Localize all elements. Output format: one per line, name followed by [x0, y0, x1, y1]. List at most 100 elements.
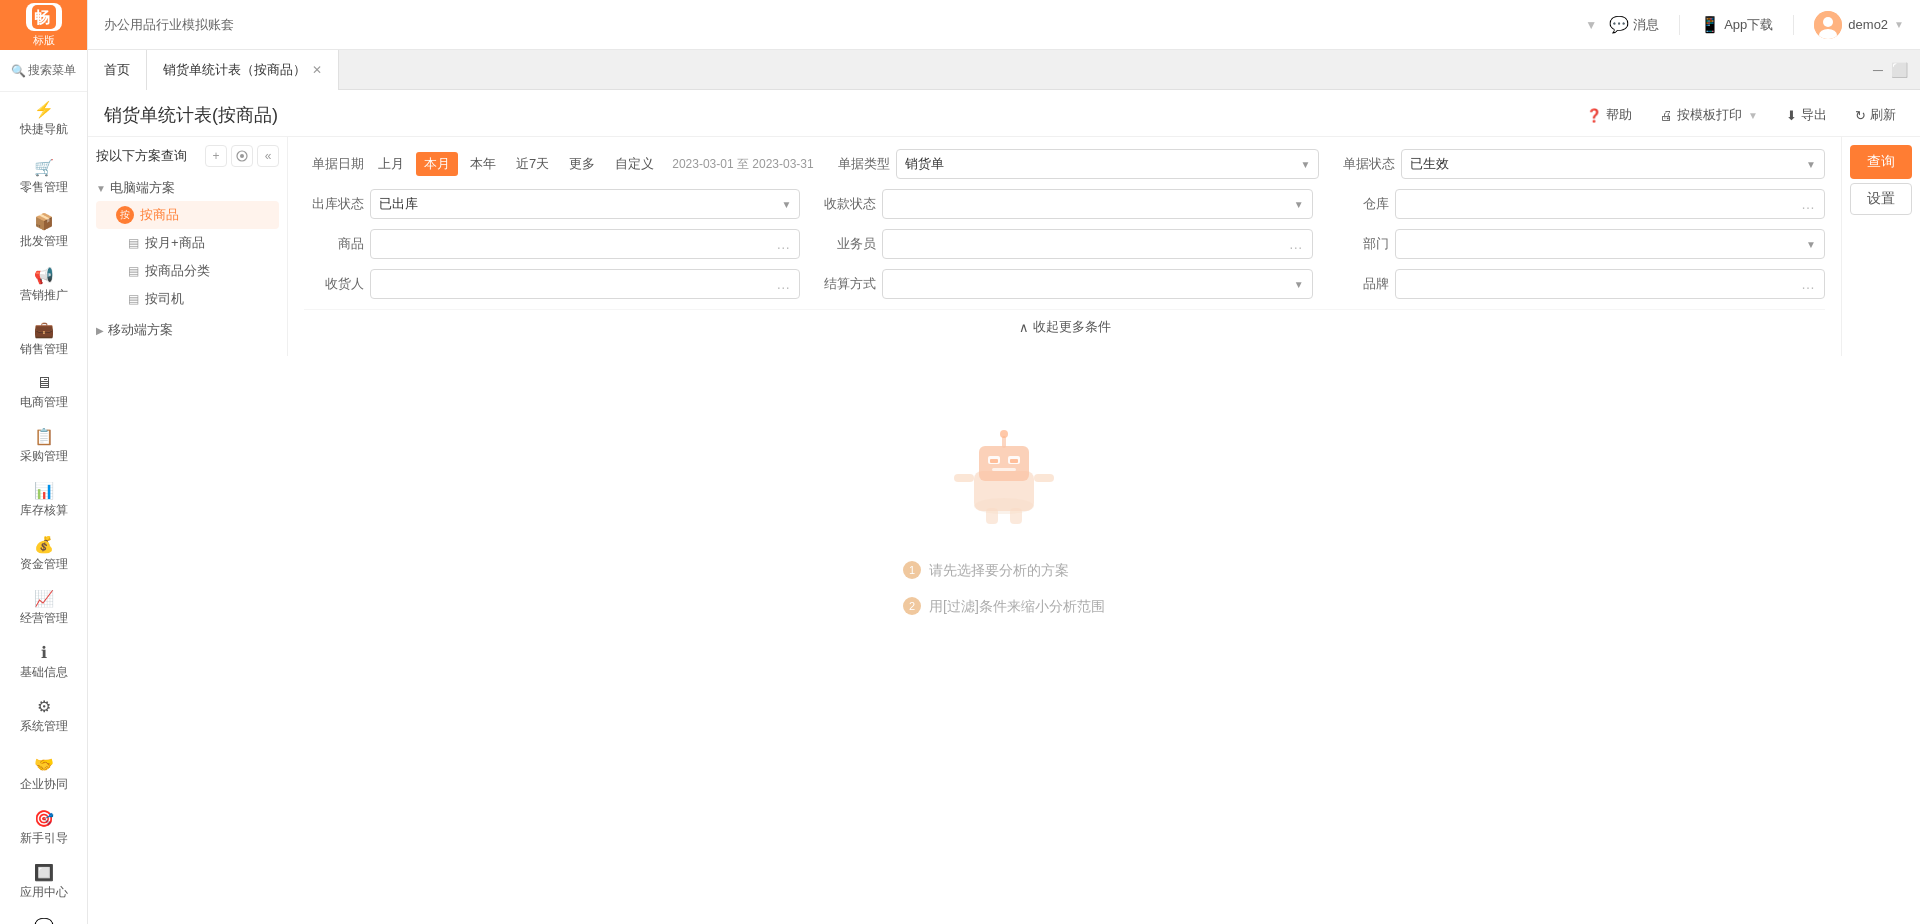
salesperson-dots-icon[interactable]: …	[1289, 236, 1304, 252]
date-btn-this-month[interactable]: 本月	[416, 152, 458, 176]
dept-chevron-icon: ▼	[1806, 239, 1816, 250]
scheme-add-button[interactable]: +	[205, 145, 227, 167]
settings-button[interactable]: 设置	[1850, 183, 1912, 215]
message-label: 消息	[1633, 16, 1659, 34]
date-btn-this-year[interactable]: 本年	[462, 152, 504, 176]
sidebar-item-purchase-label: 采购管理	[20, 448, 68, 465]
salesperson-filter-group: 业务员 …	[816, 229, 1312, 259]
sidebar-item-retail[interactable]: 🛒 零售管理	[0, 150, 87, 204]
app-subtitle: 标版	[33, 33, 55, 48]
export-button[interactable]: ⬇ 导出	[1778, 102, 1835, 128]
receiver-dots-icon[interactable]: …	[776, 276, 791, 292]
date-btn-more[interactable]: 更多	[561, 152, 603, 176]
query-button[interactable]: 查询	[1850, 145, 1912, 179]
minimize-icon[interactable]: ─	[1873, 62, 1883, 78]
settlement-select[interactable]: ▼	[882, 269, 1312, 299]
maximize-icon[interactable]: ⬜	[1891, 62, 1908, 78]
sidebar-item-retail-label: 零售管理	[20, 179, 68, 196]
scheme-item-by-driver-icon: ▤	[128, 292, 139, 306]
sidebar-item-operation[interactable]: 📈 经营管理	[0, 581, 87, 635]
tab-home[interactable]: 首页	[88, 50, 147, 90]
brand-label: 品牌	[1329, 275, 1389, 293]
goods-select[interactable]: …	[370, 229, 800, 259]
sidebar-item-basic[interactable]: ℹ 基础信息	[0, 635, 87, 689]
salesperson-select[interactable]: …	[882, 229, 1312, 259]
scheme-item-by-driver[interactable]: ▤ 按司机	[96, 285, 279, 313]
quick-nav-icon: ⚡	[34, 100, 54, 119]
search-menu-button[interactable]: 🔍 搜索菜单	[4, 58, 83, 83]
sidebar-item-purchase[interactable]: 📋 采购管理	[0, 419, 87, 473]
sidebar-item-newbie[interactable]: 🎯 新手引导	[0, 801, 87, 855]
main-area: 办公用品行业模拟账套 ▼ 💬 消息 📱 App下载 demo2 ▼	[88, 0, 1920, 924]
date-btn-last-month[interactable]: 上月	[370, 152, 412, 176]
scheme-edit-button[interactable]	[231, 145, 253, 167]
print-dropdown-icon: ▼	[1748, 110, 1758, 121]
warehouse-dots-icon[interactable]: …	[1801, 196, 1816, 212]
corp-wechat-icon: 💬	[34, 917, 54, 924]
out-status-select[interactable]: 已出库 ▼	[370, 189, 800, 219]
logo-area: 畅 标版	[0, 0, 87, 50]
message-button[interactable]: 💬 消息	[1609, 15, 1659, 34]
doc-status-chevron-icon: ▼	[1806, 159, 1816, 170]
sidebar-item-finance-label: 资金管理	[20, 556, 68, 573]
scheme-panel: 按以下方案查询 + « ▼ 电脑端方案	[88, 137, 288, 356]
refresh-button[interactable]: ↻ 刷新	[1847, 102, 1904, 128]
search-menu-label: 搜索菜单	[28, 62, 76, 79]
sidebar-item-quick-nav[interactable]: ⚡ 快捷导航	[0, 92, 87, 146]
tabbar: 首页 销货单统计表（按商品） ✕ ─ ⬜	[88, 50, 1920, 90]
svg-rect-20	[1010, 508, 1022, 524]
help-button[interactable]: ❓ 帮助	[1578, 102, 1640, 128]
logo-icon: 畅	[26, 3, 62, 31]
retail-icon: 🛒	[34, 158, 54, 177]
sidebar-item-corp-wechat[interactable]: 💬 企业微信	[0, 909, 87, 924]
sidebar-item-app-center[interactable]: 🔲 应用中心	[0, 855, 87, 909]
tabbar-expand-button[interactable]: ─ ⬜	[1861, 62, 1920, 78]
scheme-item-by-goods-category[interactable]: ▤ 按商品分类	[96, 257, 279, 285]
scheme-item-by-goods[interactable]: 按 按商品	[96, 201, 279, 229]
brand-dots-icon[interactable]: …	[1801, 276, 1816, 292]
receiver-select[interactable]: …	[370, 269, 800, 299]
date-btn-custom[interactable]: 自定义	[607, 152, 662, 176]
doc-type-select[interactable]: 销货单 ▼	[896, 149, 1320, 179]
right-filter-area: 单据日期 上月 本月 本年 近7天 更多 自定义 2023-03-01 至 20…	[288, 137, 1841, 356]
sidebar-item-enterprise[interactable]: 🤝 企业协同	[0, 747, 87, 801]
tab-close-button[interactable]: ✕	[312, 63, 322, 77]
scheme-category-mobile[interactable]: ▶ 移动端方案	[96, 317, 279, 343]
refresh-icon: ↻	[1855, 108, 1866, 123]
doc-status-label: 单据状态	[1335, 155, 1395, 173]
print-button[interactable]: 🖨 按模板打印 ▼	[1652, 102, 1766, 128]
date-btn-7-days[interactable]: 近7天	[508, 152, 557, 176]
warehouse-select[interactable]: …	[1395, 189, 1825, 219]
app-download-button[interactable]: 📱 App下载	[1700, 15, 1773, 34]
scheme-category-pc[interactable]: ▼ 电脑端方案	[96, 175, 279, 201]
scheme-collapse-button[interactable]: «	[257, 145, 279, 167]
scheme-item-by-goods-category-label: 按商品分类	[145, 262, 210, 280]
dept-select[interactable]: ▼	[1395, 229, 1825, 259]
empty-step-2: 2 用[过滤]条件来缩小分析范围	[903, 592, 1105, 620]
sidebar-item-basic-label: 基础信息	[20, 664, 68, 681]
scheme-tree: ▼ 电脑端方案 按 按商品 ▤ 按月+商品 ▤	[96, 175, 279, 343]
sidebar-item-quick-nav-label: 快捷导航	[20, 121, 68, 138]
industry-title: 办公用品行业模拟账套	[104, 16, 1573, 34]
sidebar-item-finance[interactable]: 💰 资金管理	[0, 527, 87, 581]
collapse-chevron-icon: ∧	[1019, 320, 1029, 335]
scheme-item-by-month-goods[interactable]: ▤ 按月+商品	[96, 229, 279, 257]
doc-status-select[interactable]: 已生效 ▼	[1401, 149, 1825, 179]
user-area[interactable]: demo2 ▼	[1814, 11, 1904, 39]
sidebar-search-section: 🔍 搜索菜单	[0, 50, 87, 92]
sidebar-item-system[interactable]: ⚙ 系统管理	[0, 689, 87, 743]
sidebar-item-marketing-label: 营销推广	[20, 287, 68, 304]
collapse-button[interactable]: ∧ 收起更多条件	[1019, 318, 1111, 336]
sidebar-item-wholesale[interactable]: 📦 批发管理	[0, 204, 87, 258]
sidebar-item-inventory[interactable]: 📊 库存核算	[0, 473, 87, 527]
sidebar-item-ecommerce[interactable]: 🖥 电商管理	[0, 366, 87, 419]
date-filter-group: 单据日期 上月 本月 本年 近7天 更多 自定义 2023-03-01 至 20…	[304, 152, 814, 176]
wholesale-icon: 📦	[34, 212, 54, 231]
sidebar-item-marketing[interactable]: 📢 营销推广	[0, 258, 87, 312]
tab-sales-stats[interactable]: 销货单统计表（按商品） ✕	[147, 50, 339, 90]
industry-dropdown-arrow[interactable]: ▼	[1585, 18, 1597, 32]
receipt-status-select[interactable]: ▼	[882, 189, 1312, 219]
goods-dots-icon[interactable]: …	[776, 236, 791, 252]
brand-select[interactable]: …	[1395, 269, 1825, 299]
sidebar-item-sales[interactable]: 💼 销售管理	[0, 312, 87, 366]
